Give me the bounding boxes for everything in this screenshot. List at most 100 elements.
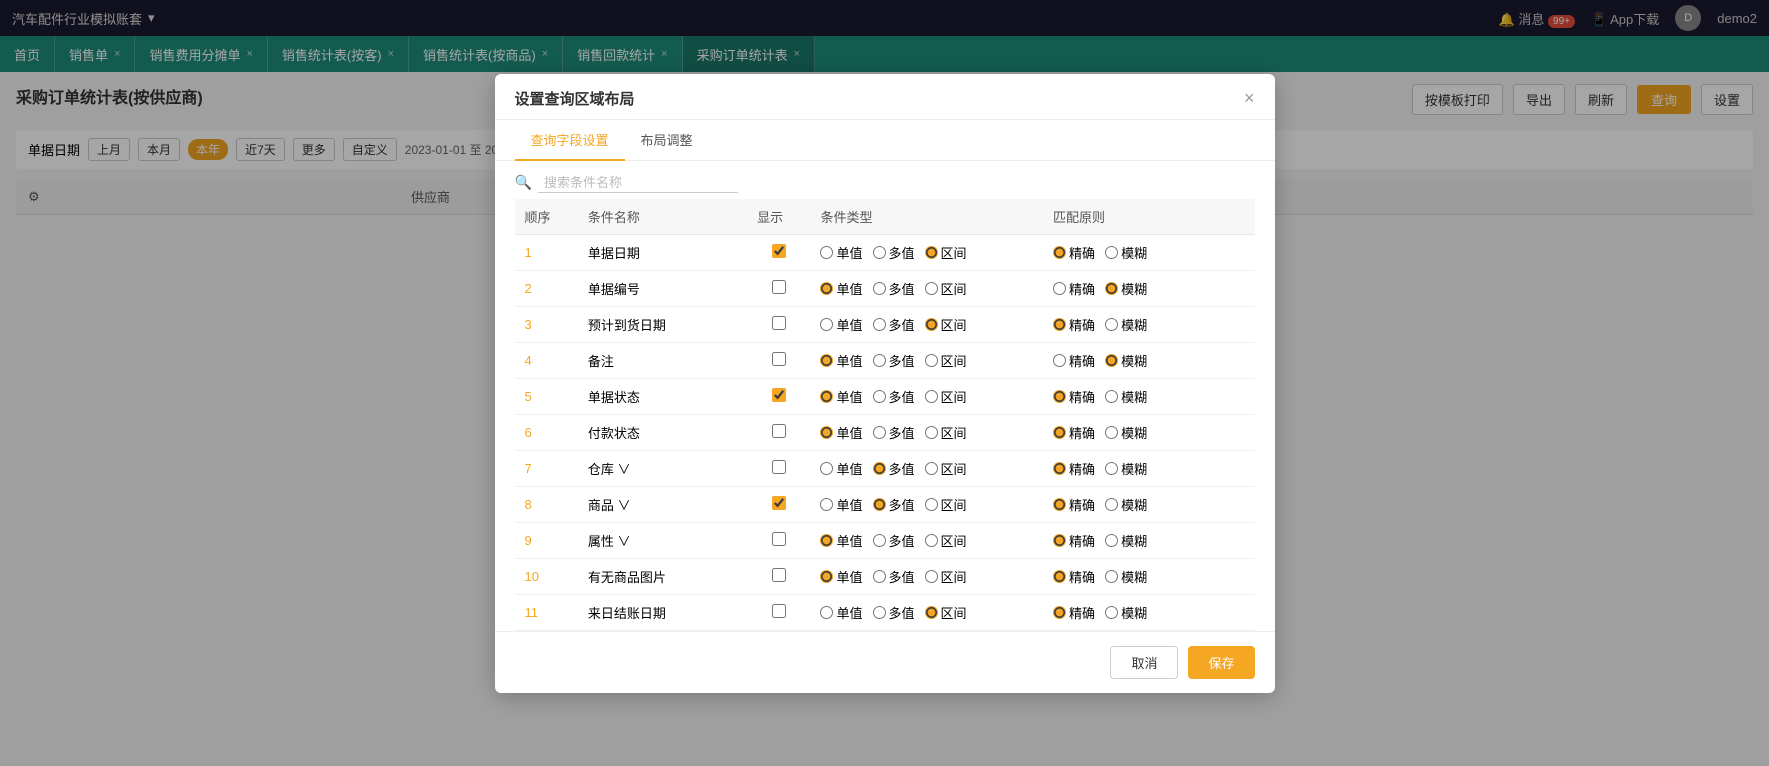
match-radio[interactable] <box>1053 498 1066 511</box>
match-radio[interactable] <box>1053 606 1066 619</box>
type-radio[interactable] <box>873 354 886 367</box>
match-radio-item[interactable]: 精确 <box>1053 495 1095 514</box>
match-radio[interactable] <box>1105 498 1118 511</box>
type-radio-item[interactable]: 多值 <box>873 603 915 622</box>
type-radio[interactable] <box>873 606 886 619</box>
type-radio-item[interactable]: 区间 <box>925 423 967 442</box>
type-radio[interactable] <box>925 282 938 295</box>
modal-tab-layout[interactable]: 布局调整 <box>625 120 709 161</box>
match-radio[interactable] <box>1105 534 1118 547</box>
match-radio[interactable] <box>1105 426 1118 439</box>
match-radio[interactable] <box>1105 282 1118 295</box>
type-radio[interactable] <box>873 246 886 259</box>
type-radio[interactable] <box>925 462 938 475</box>
show-checkbox[interactable] <box>772 352 786 366</box>
type-radio-item[interactable]: 多值 <box>873 531 915 550</box>
type-radio[interactable] <box>820 246 833 259</box>
match-radio-item[interactable]: 精确 <box>1053 567 1095 586</box>
type-radio-item[interactable]: 单值 <box>820 459 862 478</box>
type-radio[interactable] <box>820 390 833 403</box>
show-checkbox[interactable] <box>772 568 786 582</box>
match-radio-item[interactable]: 精确 <box>1053 387 1095 406</box>
match-radio[interactable] <box>1105 570 1118 583</box>
type-radio[interactable] <box>925 534 938 547</box>
save-btn[interactable]: 保存 <box>1188 646 1254 679</box>
type-radio-item[interactable]: 多值 <box>873 567 915 586</box>
type-radio-item[interactable]: 单值 <box>820 603 862 622</box>
type-radio-item[interactable]: 区间 <box>925 459 967 478</box>
type-radio[interactable] <box>820 606 833 619</box>
type-radio-item[interactable]: 区间 <box>925 315 967 334</box>
match-radio-item[interactable]: 精确 <box>1053 315 1095 334</box>
modal-close-btn[interactable]: × <box>1244 89 1255 107</box>
show-checkbox[interactable] <box>772 316 786 330</box>
type-radio[interactable] <box>873 462 886 475</box>
type-radio[interactable] <box>925 498 938 511</box>
type-radio[interactable] <box>925 390 938 403</box>
match-radio[interactable] <box>1053 534 1066 547</box>
type-radio-item[interactable]: 区间 <box>925 531 967 550</box>
type-radio[interactable] <box>820 354 833 367</box>
type-radio-item[interactable]: 区间 <box>925 567 967 586</box>
type-radio-item[interactable]: 单值 <box>820 567 862 586</box>
type-radio-item[interactable]: 多值 <box>873 243 915 262</box>
type-radio-item[interactable]: 多值 <box>873 279 915 298</box>
match-radio-item[interactable]: 精确 <box>1053 459 1095 478</box>
type-radio-item[interactable]: 单值 <box>820 531 862 550</box>
type-radio[interactable] <box>925 318 938 331</box>
cancel-btn[interactable]: 取消 <box>1110 646 1178 679</box>
type-radio[interactable] <box>925 606 938 619</box>
type-radio-item[interactable]: 多值 <box>873 351 915 370</box>
match-radio-item[interactable]: 精确 <box>1053 423 1095 442</box>
match-radio-item[interactable]: 模糊 <box>1105 567 1147 586</box>
type-radio[interactable] <box>873 390 886 403</box>
type-radio[interactable] <box>873 498 886 511</box>
show-checkbox[interactable] <box>772 532 786 546</box>
show-checkbox[interactable] <box>772 388 786 402</box>
type-radio[interactable] <box>820 318 833 331</box>
modal-tab-fields[interactable]: 查询字段设置 <box>515 120 625 161</box>
type-radio-item[interactable]: 区间 <box>925 387 967 406</box>
type-radio-item[interactable]: 多值 <box>873 423 915 442</box>
match-radio-item[interactable]: 模糊 <box>1105 387 1147 406</box>
show-checkbox[interactable] <box>772 604 786 618</box>
type-radio[interactable] <box>820 426 833 439</box>
type-radio-item[interactable]: 区间 <box>925 243 967 262</box>
type-radio-item[interactable]: 多值 <box>873 495 915 514</box>
type-radio[interactable] <box>873 426 886 439</box>
type-radio[interactable] <box>820 570 833 583</box>
type-radio-item[interactable]: 单值 <box>820 351 862 370</box>
type-radio-item[interactable]: 单值 <box>820 423 862 442</box>
type-radio[interactable] <box>873 282 886 295</box>
match-radio[interactable] <box>1053 354 1066 367</box>
match-radio[interactable] <box>1105 246 1118 259</box>
type-radio[interactable] <box>820 282 833 295</box>
match-radio[interactable] <box>1053 570 1066 583</box>
type-radio[interactable] <box>820 462 833 475</box>
match-radio[interactable] <box>1105 354 1118 367</box>
show-checkbox[interactable] <box>772 244 786 258</box>
match-radio[interactable] <box>1053 246 1066 259</box>
match-radio-item[interactable]: 模糊 <box>1105 603 1147 622</box>
match-radio-item[interactable]: 精确 <box>1053 279 1095 298</box>
match-radio-item[interactable]: 精确 <box>1053 531 1095 550</box>
type-radio[interactable] <box>925 246 938 259</box>
match-radio[interactable] <box>1053 462 1066 475</box>
search-input[interactable] <box>538 173 738 193</box>
type-radio[interactable] <box>873 534 886 547</box>
type-radio-item[interactable]: 单值 <box>820 279 862 298</box>
type-radio[interactable] <box>873 570 886 583</box>
type-radio-item[interactable]: 多值 <box>873 459 915 478</box>
type-radio[interactable] <box>925 570 938 583</box>
match-radio[interactable] <box>1105 462 1118 475</box>
match-radio[interactable] <box>1053 426 1066 439</box>
type-radio-item[interactable]: 单值 <box>820 495 862 514</box>
type-radio[interactable] <box>820 534 833 547</box>
type-radio-item[interactable]: 区间 <box>925 351 967 370</box>
match-radio-item[interactable]: 模糊 <box>1105 459 1147 478</box>
type-radio-item[interactable]: 单值 <box>820 387 862 406</box>
match-radio-item[interactable]: 模糊 <box>1105 279 1147 298</box>
match-radio-item[interactable]: 模糊 <box>1105 495 1147 514</box>
type-radio[interactable] <box>873 318 886 331</box>
match-radio[interactable] <box>1105 318 1118 331</box>
